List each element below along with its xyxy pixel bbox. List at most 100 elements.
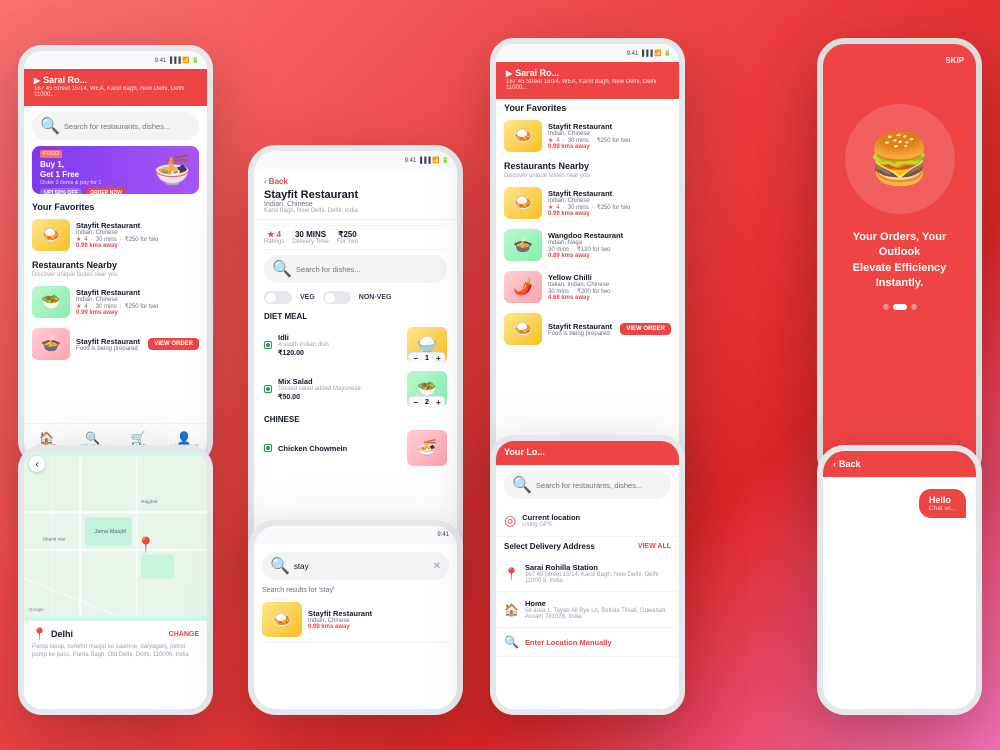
svg-text:Jama Masjid: Jama Masjid: [94, 529, 126, 535]
search-bar-6[interactable]: 🔍 ✕: [262, 552, 449, 580]
stat-rating: ★ 4 Ratings: [264, 230, 284, 245]
nearby-title-3: Restaurants Nearby: [496, 157, 679, 173]
banner-sub: Order 2 items & pay for 1: [40, 180, 150, 186]
location-title-1: ▶ Sarai Ro...: [34, 75, 197, 85]
search-bar-1[interactable]: 🔍: [32, 112, 199, 140]
salad-qty-control[interactable]: − 2 +: [408, 396, 445, 407]
view-order-button-3[interactable]: VIEW ORDER: [620, 323, 671, 335]
sarai-info: Sarai Rohilla Station 167 45 Street 15/1…: [525, 563, 671, 584]
arrow-left-icon: ‹: [264, 177, 267, 186]
home-icon-1: 🏠: [39, 432, 54, 444]
nearby-card-3-3[interactable]: 🌶️ Yellow Chilli Italian, Indian, Chines…: [496, 266, 679, 308]
banner-badge: UPI 50% OFF: [40, 188, 82, 194]
enter-manual-option[interactable]: 🔍 Enter Location Manually: [496, 628, 679, 657]
menu-search-input[interactable]: [296, 265, 439, 274]
nearby-sub-1: Discover unique tastes near you: [24, 272, 207, 281]
city-label: 📍 Delhi CHANGE: [32, 627, 199, 641]
menu-search-bar[interactable]: 🔍: [264, 255, 447, 283]
location-search-input[interactable]: [536, 481, 663, 490]
search-icon-manual: 🔍: [504, 635, 519, 649]
greeting-text: Hello: [929, 495, 956, 505]
menu-item-chowmein[interactable]: Chicken Chowmein 🍜: [254, 426, 457, 470]
search-result-info-1: Stayfit Restaurant Indian, Chinese 0.99 …: [308, 609, 449, 630]
order-now-button[interactable]: ORDER NOW: [86, 188, 126, 194]
search-result-1[interactable]: 🍛 Stayfit Restaurant Indian, Chinese 0.9…: [262, 597, 449, 643]
search-icon-6: 🔍: [270, 556, 290, 576]
idli-decrease[interactable]: −: [409, 353, 422, 363]
banner-tag: FOOD: [40, 150, 62, 158]
address-home[interactable]: 🏠 Home 5d area 1, Tayab Ali Bye Ln, Belt…: [496, 592, 679, 628]
nearby-img-3-4: 🍛: [504, 313, 542, 345]
nearby-info-1: Stayfit Restaurant Indian, Chinese ★4·30…: [76, 288, 199, 316]
salad-decrease[interactable]: −: [409, 397, 422, 407]
search-icon-loc: 🔍: [512, 475, 532, 495]
phone-restaurant-menu: 9:41 ▐▐▐ 📶 🔋 ‹ Back Stayfit Restaurant I…: [248, 145, 463, 575]
current-location-info: Current location Using GPS: [522, 513, 580, 528]
nearby-img-3-1: 🍛: [504, 187, 542, 219]
chat-header: ‹ Back: [823, 451, 976, 477]
map-back-button[interactable]: ‹: [29, 456, 45, 472]
search-screen: 🔍 ✕ Search results for 'stay' 🍛 Stayfit …: [254, 544, 457, 651]
change-city-button[interactable]: CHANGE: [169, 631, 199, 638]
restaurant-name-1: Stayfit Restaurant: [76, 221, 199, 230]
home-address-info: Home 5d area 1, Tayab Ali Bye Ln, Beltol…: [525, 599, 671, 620]
map-info: 📍 Delhi CHANGE Parda tileup, sunehri mas…: [24, 621, 207, 666]
skip-button[interactable]: SKIP: [945, 56, 964, 65]
favorite-card-3[interactable]: 🍛 Stayfit Restaurant Indian, Chinese ★4·…: [496, 115, 679, 157]
stat-price: ₹250 For Two: [337, 230, 359, 245]
search-input-1[interactable]: [64, 122, 191, 131]
salad-increase[interactable]: +: [432, 397, 445, 407]
phone-chat: ‹ Back Hello Chat wi...: [817, 445, 982, 715]
nearby-card-3-1[interactable]: 🍛 Stayfit Restaurant Indian, Chinese ★4·…: [496, 182, 679, 224]
greeting-bubble-container: Hello Chat wi...: [833, 489, 966, 518]
promo-banner-1[interactable]: FOOD Buy 1, Get 1 Free Order 2 items & p…: [32, 146, 199, 194]
phone-onboarding: SKIP 🍔 Your Orders, Your OutlookElevate …: [817, 38, 982, 483]
location-search-bar[interactable]: 🔍: [504, 471, 671, 499]
idli-info: Idli A south Indian dish ₹120.00: [278, 333, 401, 357]
idli-qty-control[interactable]: − 1 +: [408, 352, 445, 363]
search-input-6[interactable]: [294, 562, 429, 571]
home-icon-loc: 🏠: [504, 603, 519, 617]
svg-text:📍: 📍: [137, 536, 156, 554]
nearby-card-2[interactable]: 🍲 Stayfit Restaurant Food is being prepa…: [24, 323, 207, 365]
chat-back-btn[interactable]: ‹ Back: [833, 459, 861, 469]
nearby-info-2: Stayfit Restaurant Food is being prepare…: [76, 337, 142, 352]
restaurant-image-1: 🍛: [32, 219, 70, 251]
idli-increase[interactable]: +: [432, 353, 445, 363]
view-order-button-1[interactable]: VIEW ORDER: [148, 338, 199, 350]
chat-content: Hello Chat wi...: [823, 477, 976, 700]
phone-home-screen: 9:41 ▐▐▐ 📶 🔋 ▶ Sarai Ro... 167 45 Street…: [18, 45, 213, 465]
veg-toggle[interactable]: [264, 291, 292, 304]
location-pin-icon: 📍: [32, 627, 47, 641]
current-location-option[interactable]: ◎ Current location Using GPS: [496, 505, 679, 537]
banner-line2: Get 1 Free: [40, 170, 150, 180]
restaurant-info-1: Stayfit Restaurant Indian, Chinese ★4·30…: [76, 221, 199, 249]
onboarding-illustration: 🍔: [845, 104, 955, 214]
phone-map: Jama Masjid Shanti Van Rajghat 📍 Google …: [18, 445, 213, 715]
favorite-card-1[interactable]: 🍛 Stayfit Restaurant Indian, Chinese ★4·…: [24, 214, 207, 256]
gps-icon: ◎: [504, 512, 516, 529]
address-sarai[interactable]: 📍 Sarai Rohilla Station 167 45 Street 15…: [496, 556, 679, 592]
favorites-title-1: Your Favorites: [24, 198, 207, 214]
nearby-card-3-2[interactable]: 🍲 Wangdoo Restaurant Indian, Naga 30 min…: [496, 224, 679, 266]
location-screen-title: Your Lo...: [504, 447, 671, 457]
restaurant-distance-1: 0.99 kms away: [76, 243, 199, 249]
category-chinese: CHINESE: [254, 411, 457, 426]
location-subtitle-1: 167 45 Street 15/14, WEA, Karol Bagh, Ne…: [34, 86, 197, 98]
menu-item-idli[interactable]: Idli A south Indian dish ₹120.00 🍚 − 1 +: [254, 323, 457, 367]
menu-item-salad[interactable]: Mix Salad Tossed salad added Mayonese ₹5…: [254, 367, 457, 411]
veg-indicator-salad: [264, 385, 272, 393]
nonveg-toggle[interactable]: [323, 291, 351, 304]
idli-image: 🍚 − 1 +: [407, 327, 447, 363]
back-button[interactable]: ‹ Back: [264, 177, 447, 186]
search-icon-menu: 🔍: [272, 259, 292, 279]
greeting-bubble: Hello Chat wi...: [919, 489, 966, 518]
clear-search-icon[interactable]: ✕: [433, 561, 441, 572]
nearby-title-1: Restaurants Nearby: [24, 256, 207, 272]
salad-qty: 2: [422, 398, 432, 407]
restaurant-meta-1: ★4·30 mins·₹250 for two: [76, 236, 199, 243]
nearby-card-1[interactable]: 🥗 Stayfit Restaurant Indian, Chinese ★4·…: [24, 281, 207, 323]
nearby-card-3-4[interactable]: 🍛 Stayfit Restaurant Food is being prepa…: [496, 308, 679, 350]
view-all-button[interactable]: VIEW ALL: [638, 543, 671, 550]
onboarding-title: Your Orders, Your OutlookElevate Efficie…: [835, 230, 964, 292]
